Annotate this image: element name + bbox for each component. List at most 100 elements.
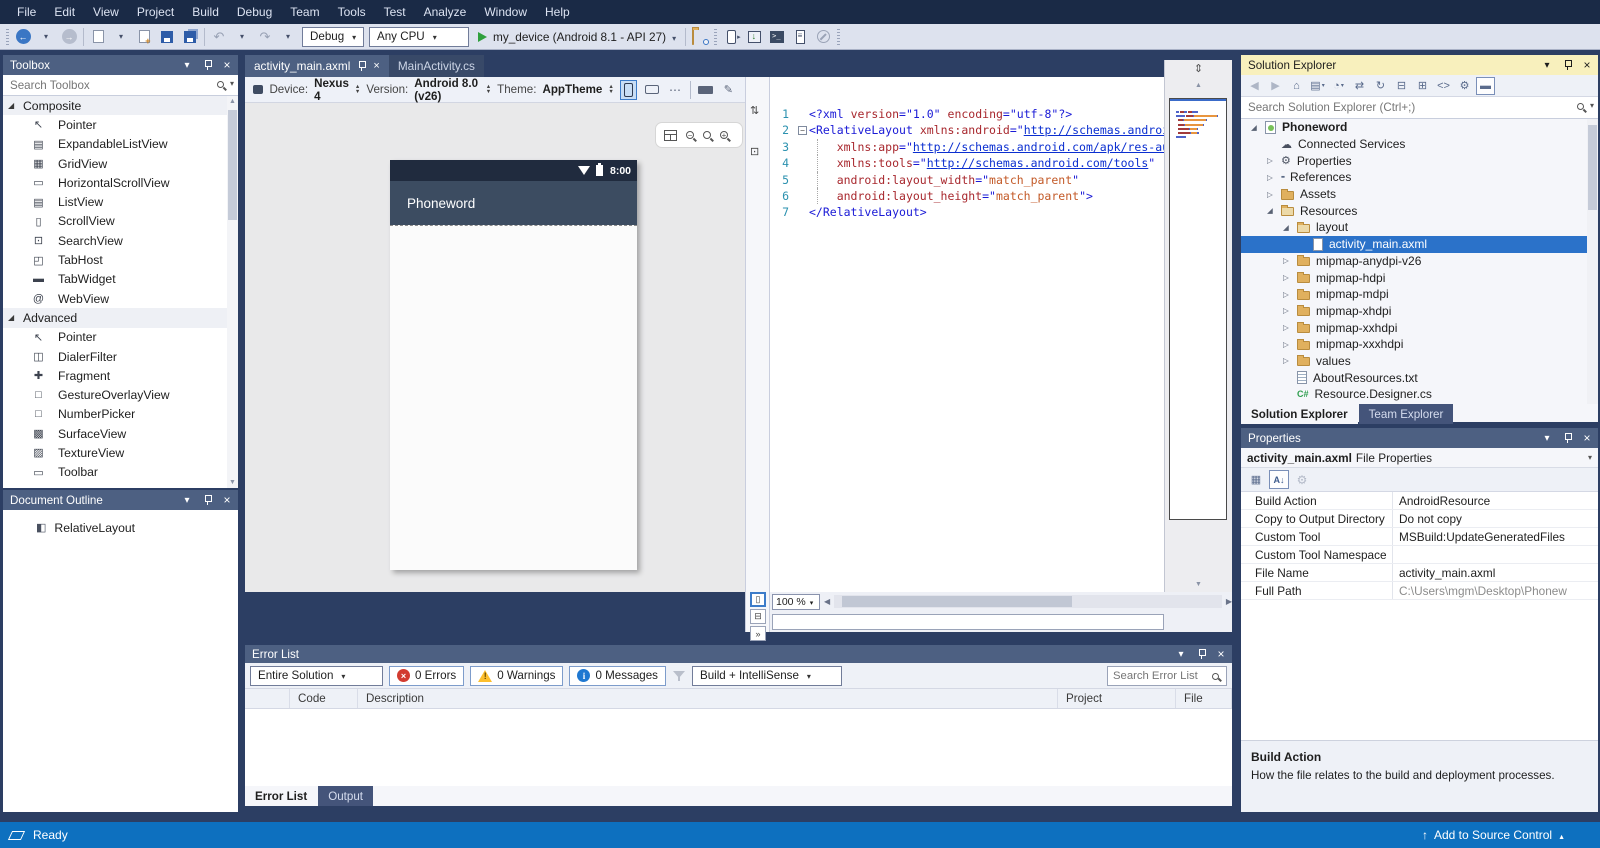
expander-icon[interactable]: ▷ [1283, 290, 1297, 299]
expander-icon[interactable]: ▷ [1283, 306, 1297, 315]
menu-team[interactable]: Team [281, 0, 328, 24]
se-forward-icon[interactable]: ▶ [1266, 77, 1285, 95]
categorized-icon[interactable] [1246, 470, 1266, 489]
tree-item-properties[interactable]: ▷⚙Properties [1241, 152, 1598, 169]
expander-icon[interactable]: ◢ [1267, 206, 1281, 215]
expander-icon[interactable]: ▷ [1283, 256, 1297, 265]
se-properties-icon[interactable]: ⚙ [1455, 77, 1474, 95]
menu-tools[interactable]: Tools [329, 0, 375, 24]
properties-object-selector[interactable]: activity_main.axml File Properties [1241, 448, 1598, 468]
close-icon[interactable] [1580, 58, 1594, 72]
scrollbar-track[interactable] [834, 595, 1222, 608]
toolbox-item-horizontalscrollview[interactable]: ▭HorizontalScrollView [3, 173, 227, 192]
start-debugging-button[interactable]: my_device (Android 8.1 - API 27) [474, 27, 680, 47]
menu-debug[interactable]: Debug [228, 0, 281, 24]
menu-view[interactable]: View [84, 0, 128, 24]
property-row-custom-tool-namespace[interactable]: Custom Tool Namespace [1241, 546, 1598, 564]
menu-analyze[interactable]: Analyze [415, 0, 476, 24]
redo-dropdown[interactable] [279, 27, 297, 47]
portrait-button[interactable] [620, 80, 637, 100]
menu-edit[interactable]: Edit [45, 0, 84, 24]
add-item-button[interactable] [135, 27, 153, 47]
column-header-project[interactable]: Project [1058, 689, 1176, 708]
undo-dropdown[interactable] [233, 27, 251, 47]
se-refresh-icon[interactable]: ↻ [1371, 77, 1390, 95]
collapse-pane-icon[interactable] [750, 145, 759, 158]
scroll-right-icon[interactable]: ▶ [1226, 597, 1232, 606]
tree-item-references[interactable]: ▷▪▪References [1241, 169, 1598, 186]
navigate-forward-button[interactable] [60, 27, 78, 47]
toolbox-item-gestureoverlayview[interactable]: □GestureOverlayView [3, 385, 227, 404]
tree-item-assets[interactable]: ▷Assets [1241, 186, 1598, 203]
vertical-split-button[interactable]: ▯ [750, 592, 766, 607]
property-row-build-action[interactable]: Build ActionAndroidResource [1241, 492, 1598, 510]
new-project-button[interactable] [89, 27, 107, 47]
property-row-full-path[interactable]: Full PathC:\Users\mgm\Desktop\Phonew [1241, 582, 1598, 600]
toolbox-item-textureview[interactable]: ▨TextureView [3, 443, 227, 462]
undo-button[interactable]: ↶ [210, 27, 228, 47]
scroll-down-icon[interactable]: ▼ [227, 479, 238, 486]
tree-item-mipmap-xxhdpi[interactable]: ▷mipmap-xxhdpi [1241, 319, 1598, 336]
toolbox-group-advanced[interactable]: ◢Advanced [3, 308, 227, 327]
tree-item-activity-main-axml[interactable]: activity_main.axml [1241, 236, 1598, 253]
pin-icon[interactable] [357, 60, 366, 72]
zoom-fit-icon[interactable] [703, 131, 711, 139]
pin-icon[interactable] [1560, 59, 1574, 71]
device-preview[interactable]: 8:00 Phoneword [390, 160, 637, 570]
platform-dropdown[interactable]: Any CPU [369, 27, 469, 47]
scroll-up-icon[interactable]: ▲ [227, 98, 238, 105]
menu-build[interactable]: Build [183, 0, 228, 24]
tab-solution-explorer[interactable]: Solution Explorer [1241, 404, 1358, 424]
tree-item-mipmap-mdpi[interactable]: ▷mipmap-mdpi [1241, 286, 1598, 303]
editor-minimap-scrollbar[interactable]: ▲ ▼ [1164, 60, 1232, 592]
solution-explorer-scrollbar[interactable] [1587, 119, 1598, 404]
landscape-button[interactable] [643, 80, 660, 100]
designer-source-splitter[interactable]: ▯ ⊟ » [745, 77, 770, 632]
editor-horizontal-scrollbar[interactable]: 100 % ◀ ▶ [770, 592, 1232, 611]
window-position-icon[interactable]: ▾ [180, 60, 194, 71]
menu-help[interactable]: Help [536, 0, 579, 24]
scroll-up-icon[interactable]: ▲ [1165, 82, 1232, 89]
toolbox-item-searchview[interactable]: ⊡SearchView [3, 231, 227, 250]
window-position-icon[interactable]: ▾ [180, 495, 194, 506]
add-to-source-control-button[interactable]: Add to Source Control [1422, 828, 1590, 842]
edit-theme-button[interactable] [720, 80, 737, 100]
code-line[interactable]: 6 android:layout_height="match_parent"> [770, 188, 1164, 204]
toolbox-item-pointer[interactable]: ↖Pointer [3, 115, 227, 134]
se-show-all-files-icon[interactable]: ⊞ [1413, 77, 1432, 95]
stepper-icon[interactable] [486, 85, 491, 95]
tab-team-explorer[interactable]: Team Explorer [1359, 404, 1454, 424]
navigate-back-dropdown[interactable] [37, 27, 55, 47]
pin-icon[interactable] [200, 494, 214, 506]
profiler-button[interactable] [814, 27, 832, 47]
window-position-icon[interactable]: ▾ [1540, 433, 1554, 444]
toolbox-item-fragment[interactable]: ✚Fragment [3, 366, 227, 385]
column-header-description[interactable]: Description [358, 689, 1058, 708]
device-value[interactable]: Nexus 4 [314, 77, 349, 103]
scrollbar-thumb[interactable] [228, 110, 237, 220]
code-line[interactable]: 5 android:layout_width="match_parent" [770, 172, 1164, 188]
layout-grid-icon[interactable] [664, 130, 677, 141]
clear-filters-icon[interactable] [672, 669, 686, 683]
zoom-in-icon[interactable]: + [720, 131, 728, 139]
toolbox-item-gridview[interactable]: ▦GridView [3, 154, 227, 173]
se-view-code-icon[interactable]: <> [1434, 77, 1453, 95]
zoom-out-icon[interactable]: − [686, 131, 694, 139]
toolbox-item-listview[interactable]: ▤ListView [3, 192, 227, 211]
se-collapse-all-icon[interactable]: ⊟ [1392, 77, 1411, 95]
redo-button[interactable]: ↷ [256, 27, 274, 47]
tab-mainactivity-cs[interactable]: MainActivity.cs [389, 55, 484, 77]
warnings-filter-button[interactable]: 0 Warnings [470, 666, 563, 686]
build-filter-dropdown[interactable]: Build + IntelliSense [692, 666, 842, 686]
find-in-files-button[interactable] [691, 27, 709, 47]
scope-dropdown[interactable]: Entire Solution [250, 666, 383, 686]
toolbox-scrollbar[interactable]: ▲ ▼ [227, 96, 238, 488]
menu-project[interactable]: Project [128, 0, 183, 24]
toolbox-item-pointer[interactable]: ↖Pointer [3, 328, 227, 347]
expander-icon[interactable]: ▷ [1267, 156, 1281, 165]
editor-zoom-dropdown[interactable]: 100 % [772, 594, 820, 610]
tree-item-mipmap-xxxhdpi[interactable]: ▷mipmap-xxxhdpi [1241, 336, 1598, 353]
code-line[interactable]: 4 xmlns:tools="http://schemas.android.co… [770, 155, 1164, 171]
menu-test[interactable]: Test [375, 0, 415, 24]
column-header-blank[interactable] [245, 689, 290, 708]
